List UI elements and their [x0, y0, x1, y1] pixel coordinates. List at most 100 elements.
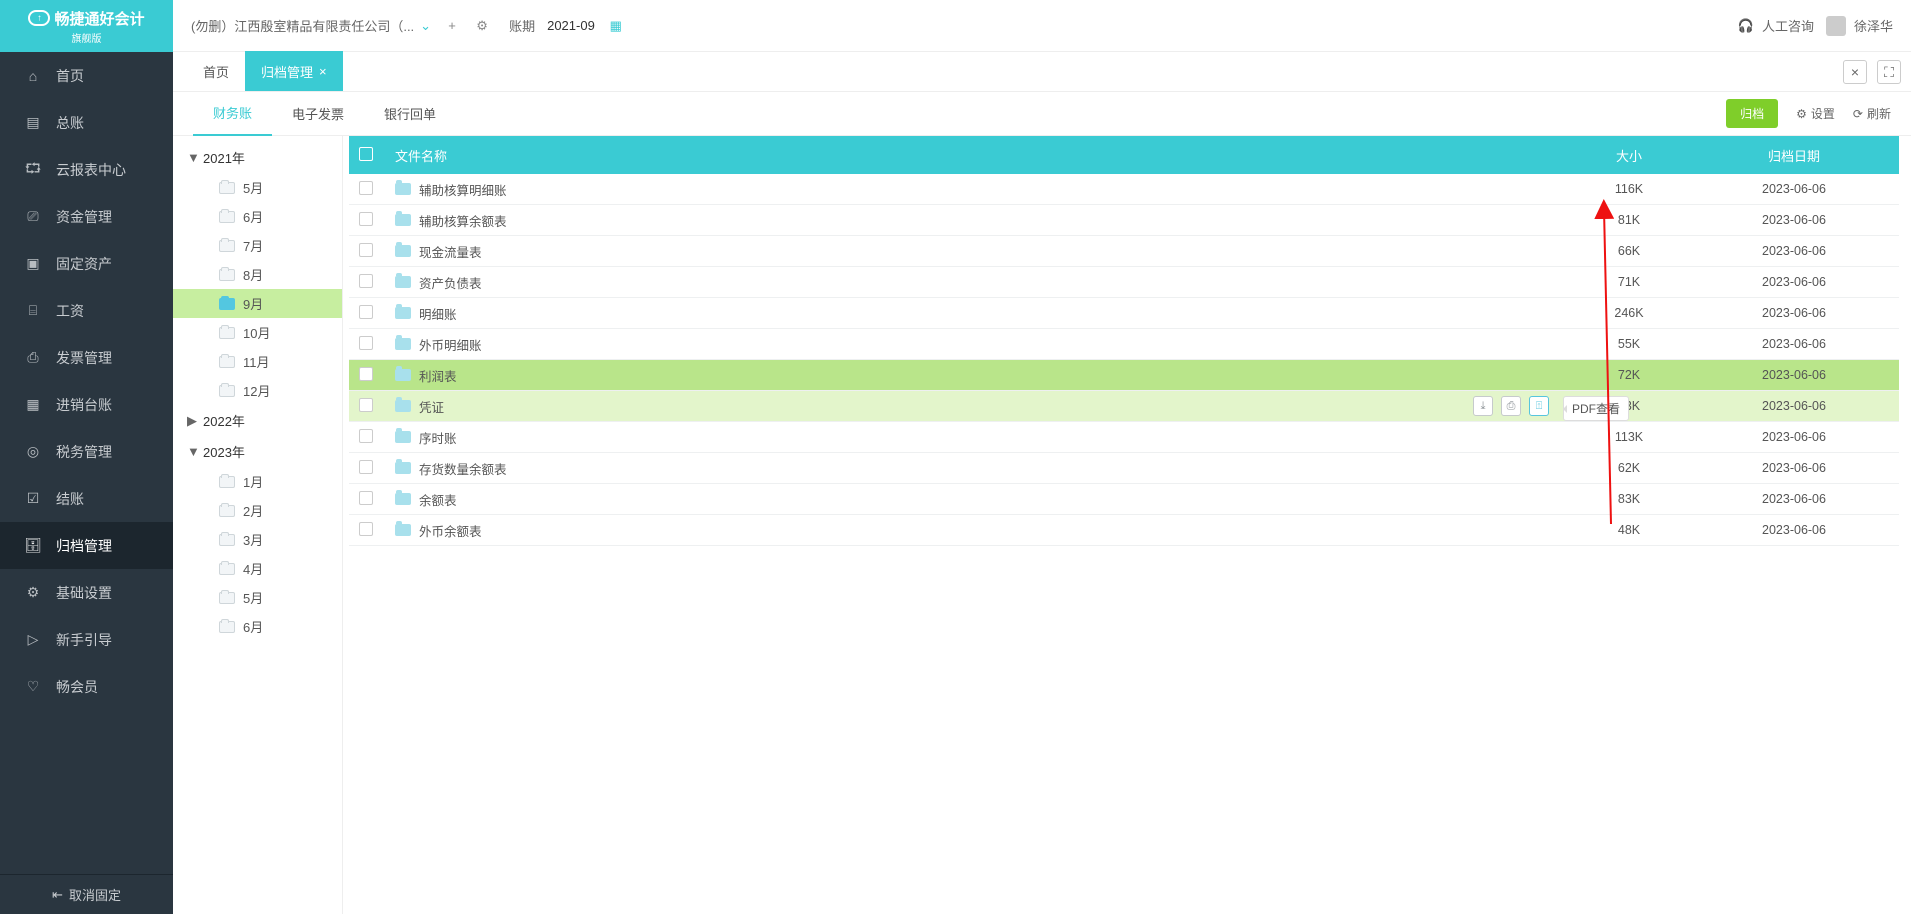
- tree-month[interactable]: 5月: [173, 173, 342, 202]
- close-period-icon: ☑: [24, 490, 42, 508]
- subtab-bank-label: 银行回单: [384, 104, 436, 123]
- file-date: 2023-06-06: [1699, 492, 1889, 506]
- row-checkbox[interactable]: [359, 460, 373, 474]
- period-value[interactable]: 2021-09: [547, 18, 595, 33]
- select-all-checkbox[interactable]: [359, 147, 373, 161]
- tree-month[interactable]: 12月: [173, 376, 342, 405]
- subtabs-row: 财务账 电子发票 银行回单 归档 ⚙设置 ⟳刷新: [173, 92, 1911, 136]
- row-checkbox[interactable]: [359, 522, 373, 536]
- tree-year-y2023[interactable]: ▼2023年: [173, 436, 342, 467]
- table-row[interactable]: 外币明细账 55K 2023-06-06: [349, 329, 1899, 360]
- sidebar-item-label: 畅会员: [56, 677, 98, 697]
- row-checkbox[interactable]: [359, 181, 373, 195]
- subtab-einvoice[interactable]: 电子发票: [272, 92, 364, 136]
- table-row[interactable]: 凭证 53K 2023-06-06 ⤓ ⎙ ⍐ PDF查看: [349, 391, 1899, 422]
- table-row[interactable]: 序时账 113K 2023-06-06: [349, 422, 1899, 453]
- close-all-button[interactable]: ×: [1843, 60, 1867, 84]
- table-row[interactable]: 外币余额表 48K 2023-06-06: [349, 515, 1899, 546]
- tree-month[interactable]: 5月: [173, 583, 342, 612]
- sidebar-item-invoice[interactable]: ⎙发票管理: [0, 334, 173, 381]
- subtab-finance[interactable]: 财务账: [193, 92, 272, 136]
- sidebar-item-salary[interactable]: ⌸工资: [0, 287, 173, 334]
- table-row[interactable]: 辅助核算余额表 81K 2023-06-06: [349, 205, 1899, 236]
- tree-month[interactable]: 1月: [173, 467, 342, 496]
- tree-month-label: 7月: [243, 236, 263, 255]
- row-checkbox[interactable]: [359, 305, 373, 319]
- file-date: 2023-06-06: [1699, 337, 1889, 351]
- sidebar-item-label: 云报表中心: [56, 160, 126, 180]
- table-row[interactable]: 辅助核算明细账 116K 2023-06-06: [349, 174, 1899, 205]
- user-menu[interactable]: 徐泽华: [1826, 16, 1893, 36]
- add-icon[interactable]: +: [443, 18, 461, 33]
- tree-month[interactable]: 6月: [173, 202, 342, 231]
- sidebar-item-settings[interactable]: ⚙基础设置: [0, 569, 173, 616]
- row-checkbox[interactable]: [359, 491, 373, 505]
- fullscreen-button[interactable]: ⛶: [1877, 60, 1901, 84]
- folder-icon: [219, 356, 235, 368]
- table-row[interactable]: 资产负债表 71K 2023-06-06: [349, 267, 1899, 298]
- archive-button[interactable]: 归档: [1726, 99, 1778, 128]
- sidebar-item-asset[interactable]: ▣固定资产: [0, 240, 173, 287]
- tree-month[interactable]: 7月: [173, 231, 342, 260]
- refresh-link[interactable]: ⟳刷新: [1853, 105, 1891, 122]
- file-name: 余额表: [419, 490, 457, 509]
- sidebar-item-tax[interactable]: ◎税务管理: [0, 428, 173, 475]
- sidebar-item-money[interactable]: ⎚资金管理: [0, 193, 173, 240]
- tree-month[interactable]: 2月: [173, 496, 342, 525]
- subtab-bank[interactable]: 银行回单: [364, 92, 456, 136]
- tree-month[interactable]: 3月: [173, 525, 342, 554]
- sidebar-item-archive[interactable]: 🗄归档管理: [0, 522, 173, 569]
- year-tree: ▼2021年5月6月7月8月9月10月11月12月▶2022年▼2023年1月2…: [173, 136, 343, 914]
- table-row[interactable]: 存货数量余额表 62K 2023-06-06: [349, 453, 1899, 484]
- table-row[interactable]: 现金流量表 66K 2023-06-06: [349, 236, 1899, 267]
- row-checkbox[interactable]: [359, 336, 373, 350]
- ledger-icon: ▤: [24, 114, 42, 132]
- sidebar-item-member[interactable]: ♡畅会员: [0, 663, 173, 710]
- sidebar-item-chart[interactable]: ⮔云报表中心: [0, 146, 173, 193]
- tab-archive[interactable]: 归档管理 ×: [245, 51, 343, 91]
- folder-icon: [219, 211, 235, 223]
- calendar-icon[interactable]: ▦: [607, 18, 625, 34]
- sidebar-item-inventory[interactable]: ▦进销台账: [0, 381, 173, 428]
- row-checkbox[interactable]: [359, 212, 373, 226]
- row-checkbox[interactable]: [359, 367, 373, 381]
- table-row[interactable]: 明细账 246K 2023-06-06: [349, 298, 1899, 329]
- tree-year-y2021[interactable]: ▼2021年: [173, 142, 342, 173]
- gear-icon[interactable]: ⚙: [473, 18, 491, 34]
- tab-home[interactable]: 首页: [187, 51, 245, 91]
- folder-icon: [219, 563, 235, 575]
- tree-month[interactable]: 4月: [173, 554, 342, 583]
- file-name: 利润表: [419, 366, 457, 385]
- row-checkbox[interactable]: [359, 243, 373, 257]
- row-checkbox[interactable]: [359, 274, 373, 288]
- download-pdf-icon[interactable]: ⎙: [1501, 396, 1521, 416]
- file-name: 资产负债表: [419, 273, 482, 292]
- tree-month[interactable]: 9月: [173, 289, 342, 318]
- settings-link[interactable]: ⚙设置: [1796, 105, 1835, 122]
- sidebar-item-guide[interactable]: ▷新手引导: [0, 616, 173, 663]
- row-checkbox[interactable]: [359, 429, 373, 443]
- sidebar-item-label: 税务管理: [56, 442, 112, 462]
- sidebar-item-label: 首页: [56, 66, 84, 86]
- company-selector[interactable]: (勿删）江西殷室精品有限责任公司（... ⌄: [191, 16, 431, 35]
- tree-month[interactable]: 8月: [173, 260, 342, 289]
- table-row[interactable]: 余额表 83K 2023-06-06: [349, 484, 1899, 515]
- unpin-button[interactable]: ⇤ 取消固定: [0, 874, 173, 914]
- table-row[interactable]: 利润表 72K 2023-06-06: [349, 360, 1899, 391]
- sidebar-item-close-period[interactable]: ☑结账: [0, 475, 173, 522]
- tree-month[interactable]: 10月: [173, 318, 342, 347]
- sidebar-item-ledger[interactable]: ▤总账: [0, 99, 173, 146]
- file-size: 66K: [1559, 244, 1699, 258]
- tree-month[interactable]: 11月: [173, 347, 342, 376]
- tree-month[interactable]: 6月: [173, 612, 342, 641]
- close-icon[interactable]: ×: [319, 64, 327, 79]
- file-name: 辅助核算余额表: [419, 211, 507, 230]
- row-checkbox[interactable]: [359, 398, 373, 412]
- sidebar-item-home[interactable]: ⌂首页: [0, 52, 173, 99]
- download-excel-icon[interactable]: ⤓: [1473, 396, 1493, 416]
- folder-icon: [395, 183, 411, 195]
- view-pdf-icon[interactable]: ⍐: [1529, 396, 1549, 416]
- support-link[interactable]: 🎧 人工咨询: [1738, 16, 1814, 35]
- money-icon: ⎚: [24, 208, 42, 226]
- tree-year-y2022[interactable]: ▶2022年: [173, 405, 342, 436]
